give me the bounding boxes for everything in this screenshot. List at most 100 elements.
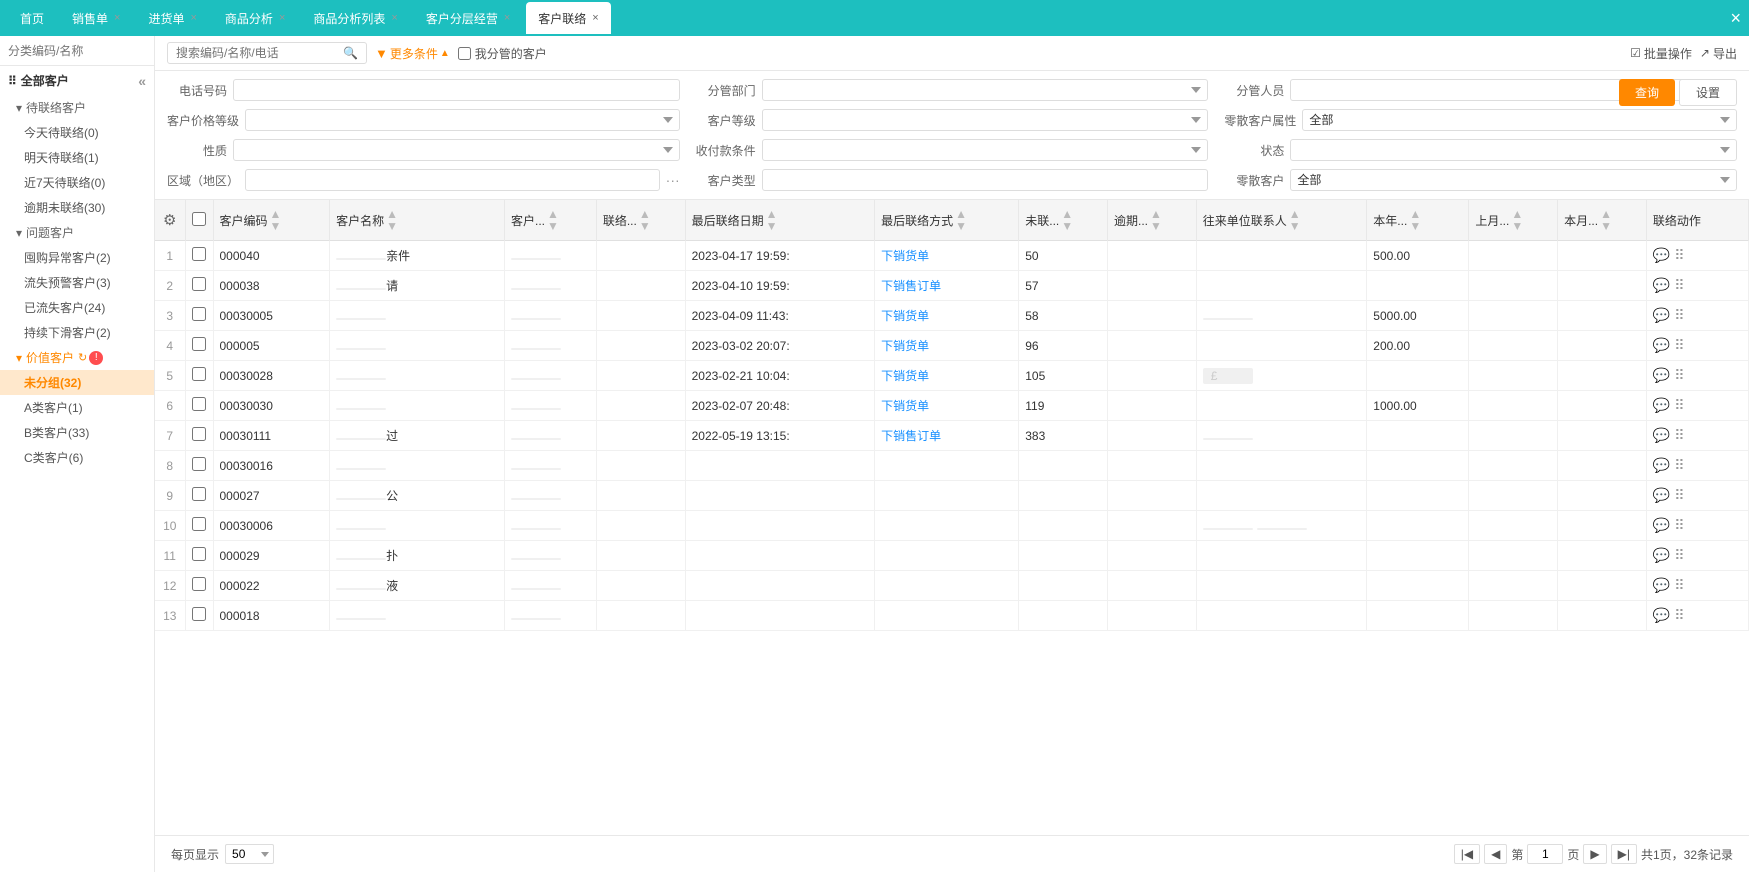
sidebar-group-waiting[interactable]: ▾ 待联络客户 <box>0 95 154 120</box>
action-message-icon[interactable]: 💬 <box>1653 547 1670 564</box>
value-refresh-icon[interactable]: ↻ <box>78 351 87 364</box>
row-checkbox[interactable] <box>192 277 206 291</box>
code-sort[interactable]: ▲▼ <box>270 208 282 232</box>
method-link[interactable]: 下销货单 <box>881 369 929 383</box>
tab-purchase-close[interactable]: × <box>190 12 196 24</box>
method-sort[interactable]: ▲▼ <box>955 208 967 232</box>
region-dots[interactable]: ··· <box>666 172 680 188</box>
action-more-icon[interactable]: ⠿ <box>1674 517 1684 534</box>
first-page-btn[interactable]: |◀ <box>1454 844 1480 864</box>
row-checkbox[interactable] <box>192 247 206 261</box>
tab-customer-contact[interactable]: 客户联络 × <box>526 2 610 34</box>
action-message-icon[interactable]: 💬 <box>1653 247 1670 264</box>
method-link[interactable]: 下销货单 <box>881 399 929 413</box>
my-customers-check[interactable] <box>458 47 471 60</box>
more-conditions-btn[interactable]: ▼ 更多条件 ▲ <box>375 45 450 62</box>
tab-home[interactable]: 首页 <box>8 2 56 34</box>
name-sort[interactable]: ▲▼ <box>386 208 398 232</box>
sidebar-item-hoard[interactable]: 囤购异常客户(2) <box>0 245 154 270</box>
row-checkbox[interactable] <box>192 397 206 411</box>
table-settings-icon[interactable]: ⚙ <box>163 212 176 229</box>
row-checkbox[interactable] <box>192 307 206 321</box>
next-page-btn[interactable]: ▶ <box>1583 844 1606 864</box>
lastmonth-sort[interactable]: ▲▼ <box>1511 208 1523 232</box>
action-message-icon[interactable]: 💬 <box>1653 607 1670 624</box>
action-more-icon[interactable]: ⠿ <box>1674 307 1684 324</box>
action-message-icon[interactable]: 💬 <box>1653 367 1670 384</box>
method-link[interactable]: 下销货单 <box>881 309 929 323</box>
action-message-icon[interactable]: 💬 <box>1653 577 1670 594</box>
tab-goods-analysis-list-close[interactable]: × <box>391 12 397 24</box>
row-checkbox[interactable] <box>192 547 206 561</box>
batch-op-btn[interactable]: ☑ 批量操作 <box>1630 45 1692 62</box>
retail-attr-select[interactable]: 全部 <box>1302 109 1737 131</box>
sidebar-item-a-class[interactable]: A类客户(1) <box>0 395 154 420</box>
collapse-icon[interactable]: « <box>138 73 146 89</box>
payment-select[interactable] <box>762 139 1209 161</box>
per-page-select[interactable]: 50 20 100 <box>225 844 274 864</box>
sidebar-item-tomorrow-wait[interactable]: 明天待联络(1) <box>0 145 154 170</box>
action-message-icon[interactable]: 💬 <box>1653 337 1670 354</box>
status-select[interactable] <box>1290 139 1737 161</box>
retail-customer-select[interactable]: 全部 <box>1290 169 1737 191</box>
tab-goods-analysis-close[interactable]: × <box>279 12 285 24</box>
date-sort[interactable]: ▲▼ <box>766 208 778 232</box>
customer-type-input[interactable] <box>762 169 1209 191</box>
row-checkbox[interactable] <box>192 367 206 381</box>
sidebar-item-c-class[interactable]: C类客户(6) <box>0 445 154 470</box>
nature-select[interactable] <box>233 139 680 161</box>
search-input[interactable] <box>176 46 339 60</box>
action-message-icon[interactable]: 💬 <box>1653 517 1670 534</box>
sidebar-item-ungroup[interactable]: 未分组(32) <box>0 370 154 395</box>
sidebar-item-b-class[interactable]: B类客户(33) <box>0 420 154 445</box>
sidebar-group-value[interactable]: ▾ 价值客户 ↻ ! <box>0 345 154 370</box>
thisyear-sort[interactable]: ▲▼ <box>1409 208 1421 232</box>
sidebar-item-churn-warning[interactable]: 流失预警客户(3) <box>0 270 154 295</box>
tab-sale[interactable]: 销售单 × <box>60 2 132 34</box>
action-more-icon[interactable]: ⠿ <box>1674 337 1684 354</box>
action-more-icon[interactable]: ⠿ <box>1674 577 1684 594</box>
row-checkbox[interactable] <box>192 487 206 501</box>
action-more-icon[interactable]: ⠿ <box>1674 547 1684 564</box>
select-all-checkbox[interactable] <box>192 212 206 226</box>
action-more-icon[interactable]: ⠿ <box>1674 397 1684 414</box>
sidebar-item-today-wait[interactable]: 今天待联络(0) <box>0 120 154 145</box>
action-more-icon[interactable]: ⠿ <box>1674 457 1684 474</box>
reset-button[interactable]: 设置 <box>1679 79 1737 106</box>
unlink-sort[interactable]: ▲▼ <box>1061 208 1073 232</box>
tab-goods-analysis-list[interactable]: 商品分析列表 × <box>301 2 409 34</box>
query-button[interactable]: 查询 <box>1619 79 1675 106</box>
export-btn[interactable]: ↗ 导出 <box>1700 45 1737 62</box>
search-icon[interactable]: 🔍 <box>343 46 358 60</box>
partner-sort[interactable]: ▲▼ <box>1289 208 1301 232</box>
region-input[interactable] <box>245 169 660 191</box>
price-level-select[interactable] <box>245 109 680 131</box>
action-message-icon[interactable]: 💬 <box>1653 397 1670 414</box>
method-link[interactable]: 下销售订单 <box>881 429 941 443</box>
method-link[interactable]: 下销货单 <box>881 249 929 263</box>
thismonth-sort[interactable]: ▲▼ <box>1600 208 1612 232</box>
action-more-icon[interactable]: ⠿ <box>1674 277 1684 294</box>
sidebar-item-overdue-wait[interactable]: 逾期未联络(30) <box>0 195 154 220</box>
action-more-icon[interactable]: ⠿ <box>1674 247 1684 264</box>
last-page-btn[interactable]: ▶| <box>1611 844 1637 864</box>
main-close-button[interactable]: × <box>1730 8 1741 29</box>
phone-input[interactable] <box>233 79 680 101</box>
action-more-icon[interactable]: ⠿ <box>1674 367 1684 384</box>
tab-purchase[interactable]: 进货单 × <box>136 2 208 34</box>
type-sort[interactable]: ▲▼ <box>547 208 559 232</box>
action-more-icon[interactable]: ⠿ <box>1674 427 1684 444</box>
tab-goods-analysis[interactable]: 商品分析 × <box>213 2 297 34</box>
overdue-sort[interactable]: ▲▼ <box>1150 208 1162 232</box>
action-message-icon[interactable]: 💬 <box>1653 427 1670 444</box>
row-checkbox[interactable] <box>192 427 206 441</box>
row-checkbox[interactable] <box>192 337 206 351</box>
method-link[interactable]: 下销货单 <box>881 339 929 353</box>
tab-customer-contact-close[interactable]: × <box>592 12 598 24</box>
tab-customer-layer[interactable]: 客户分层经营 × <box>414 2 522 34</box>
action-message-icon[interactable]: 💬 <box>1653 277 1670 294</box>
action-message-icon[interactable]: 💬 <box>1653 307 1670 324</box>
sidebar-item-churned[interactable]: 已流失客户(24) <box>0 295 154 320</box>
sidebar-search-input[interactable] <box>8 44 155 58</box>
sidebar-group-problem[interactable]: ▾ 问题客户 <box>0 220 154 245</box>
